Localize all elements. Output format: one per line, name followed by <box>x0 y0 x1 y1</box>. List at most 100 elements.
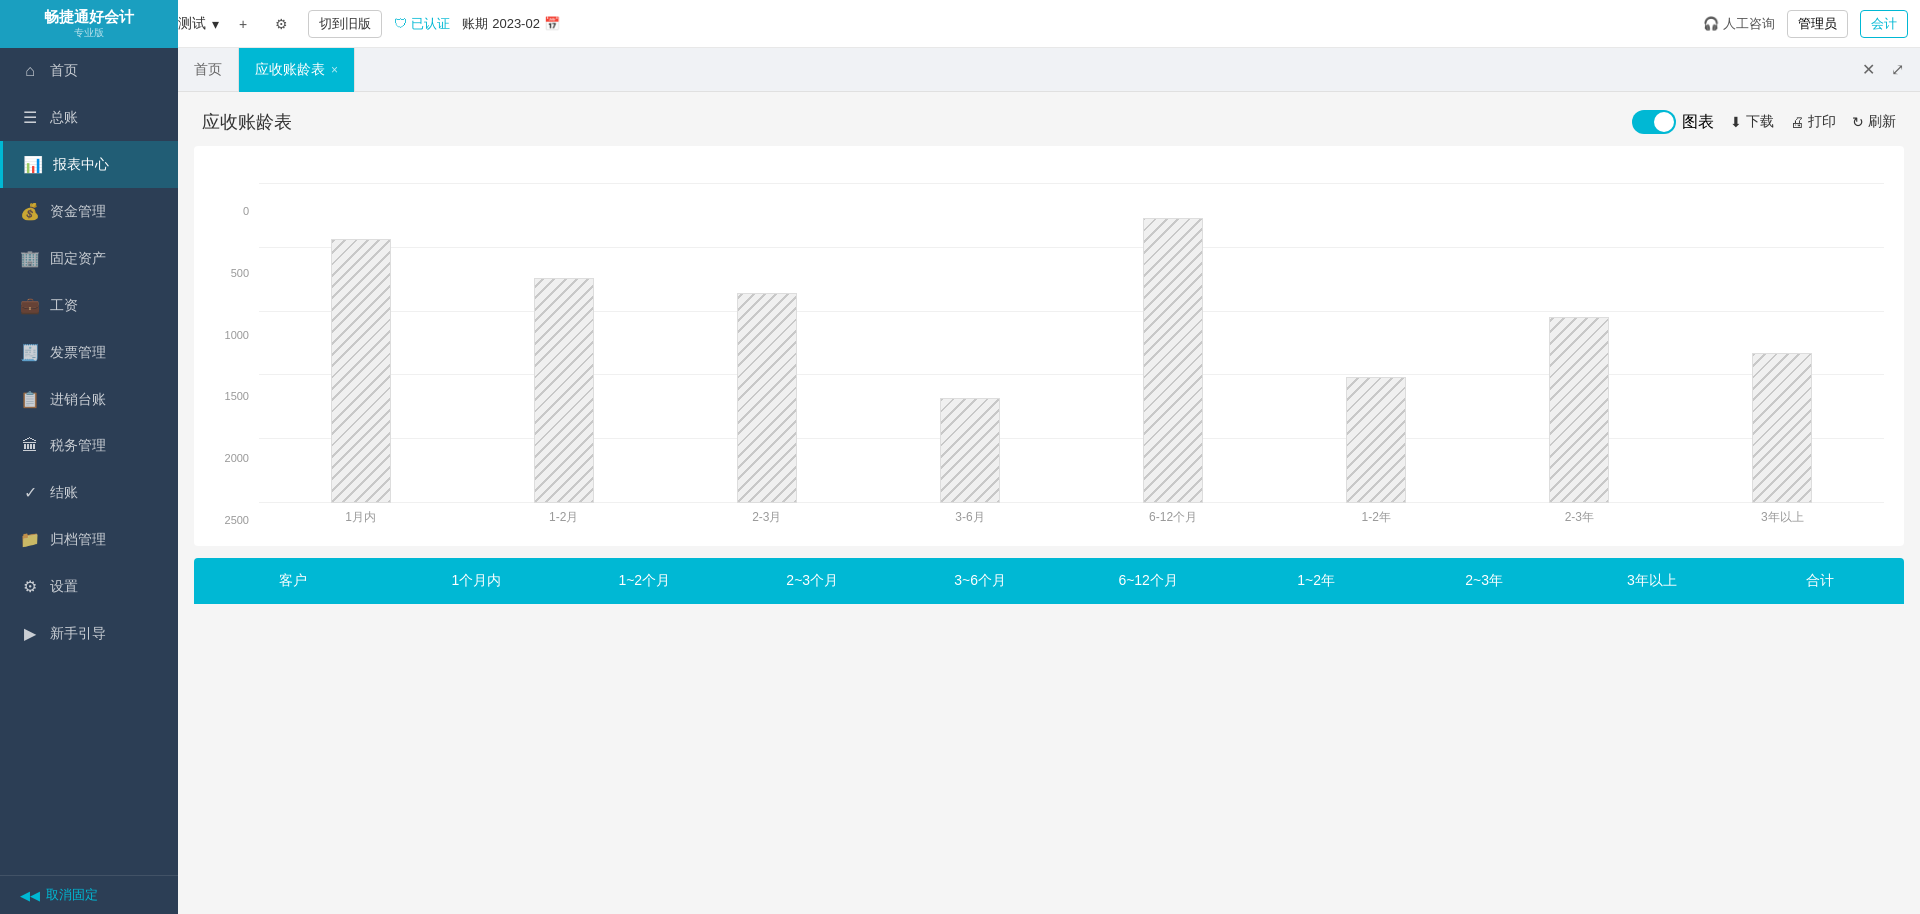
sidebar-item-label: 报表中心 <box>53 156 109 174</box>
cert-label: 已认证 <box>411 15 450 33</box>
tabbar-actions: ✕ ⤢ <box>1858 56 1920 83</box>
sidebar-item-settings[interactable]: ⚙ 设置 <box>0 563 178 610</box>
company-selector[interactable]: 测试 ▾ <box>178 15 219 33</box>
tab-ar-aging-tab[interactable]: 应收账龄表 × <box>239 48 355 92</box>
sidebar-item-label: 设置 <box>50 578 78 596</box>
table-header-cell: 1~2年 <box>1232 558 1400 604</box>
table-header: 客户1个月内1~2个月2~3个月3~6个月6~12个月1~2年2~3年3年以上合… <box>194 558 1904 604</box>
unpin-icon: ◀◀ <box>20 888 40 903</box>
calendar-icon[interactable]: 📅 <box>544 16 560 31</box>
sidebar-item-fixed-assets[interactable]: 🏢 固定资产 <box>0 235 178 282</box>
period-label: 账期 <box>462 15 488 33</box>
chart-bar-group <box>1681 183 1884 503</box>
tab-close-icon[interactable]: × <box>331 63 338 77</box>
sidebar-item-new-guide[interactable]: ▶ 新手引导 <box>0 610 178 657</box>
chevron-down-icon: ▾ <box>212 16 219 32</box>
chart-bar <box>1752 353 1812 503</box>
sidebar-item-purchase-sales[interactable]: 📋 进销台账 <box>0 376 178 423</box>
table-header-cell: 3年以上 <box>1568 558 1736 604</box>
period-value: 2023-02 <box>492 16 540 31</box>
table-header-cell: 3~6个月 <box>896 558 1064 604</box>
chart-y-axis: 25002000150010005000 <box>214 206 259 526</box>
tab-home-tab[interactable]: 首页 <box>178 48 239 92</box>
refresh-icon: ↻ <box>1852 114 1864 130</box>
sidebar-item-label: 首页 <box>50 62 78 80</box>
refresh-label: 刷新 <box>1868 113 1896 131</box>
chart-toggle[interactable] <box>1632 110 1676 134</box>
topbar: 畅捷通好会计 专业版 测试 ▾ + ⚙ 切到旧版 🛡 已认证 账期 2023-0… <box>0 0 1920 48</box>
chart-bar-group <box>1072 183 1275 503</box>
nav-icon: 📊 <box>23 155 43 174</box>
table-header-cell: 2~3个月 <box>728 558 896 604</box>
unpin-button[interactable]: ◀◀ 取消固定 <box>0 875 178 914</box>
chart-grid <box>259 183 1884 503</box>
close-window-button[interactable]: ✕ <box>1858 56 1879 83</box>
logo-area: 畅捷通好会计 专业版 <box>44 8 134 40</box>
download-label: 下载 <box>1746 113 1774 131</box>
tab-label: 首页 <box>194 61 222 79</box>
sidebar-item-invoice-mgmt[interactable]: 🧾 发票管理 <box>0 329 178 376</box>
table-header-cell: 1~2个月 <box>560 558 728 604</box>
chart-bar <box>940 398 1000 503</box>
chart-y-label: 1000 <box>214 330 249 341</box>
switch-version-button[interactable]: 切到旧版 <box>308 10 382 38</box>
sidebar-item-label: 归档管理 <box>50 531 106 549</box>
consult-label: 人工咨询 <box>1723 15 1775 33</box>
add-button[interactable]: + <box>231 12 255 36</box>
table-section: 客户1个月内1~2个月2~3个月3~6个月6~12个月1~2年2~3年3年以上合… <box>194 558 1904 604</box>
chart-x-label: 1-2月 <box>462 503 665 526</box>
sidebar-item-label: 税务管理 <box>50 437 106 455</box>
nav-icon: 📋 <box>20 390 40 409</box>
chart-bar-group <box>1275 183 1478 503</box>
sidebar-item-general-ledger[interactable]: ☰ 总账 <box>0 94 178 141</box>
sidebar-item-label: 发票管理 <box>50 344 106 362</box>
chart-y-label: 1500 <box>214 391 249 402</box>
role-button[interactable]: 会计 <box>1860 10 1908 38</box>
logo-sub: 专业版 <box>44 26 134 40</box>
sidebar-item-home[interactable]: ⌂ 首页 <box>0 48 178 94</box>
table-header-cell: 1个月内 <box>392 558 560 604</box>
refresh-button[interactable]: ↻ 刷新 <box>1852 113 1896 131</box>
sidebar-item-label: 结账 <box>50 484 78 502</box>
table-header-cell: 客户 <box>194 558 392 604</box>
chart-bar <box>1346 377 1406 503</box>
table-header-cell: 合计 <box>1736 558 1904 604</box>
logo-text: 畅捷通好会计 <box>44 8 134 26</box>
nav-icon: ☰ <box>20 108 40 127</box>
sidebar-item-label: 总账 <box>50 109 78 127</box>
sidebar-item-label: 固定资产 <box>50 250 106 268</box>
report-header: 应收账龄表 图表 ⬇ 下载 🖨 打印 ↻ <box>178 92 1920 146</box>
report-title: 应收账龄表 <box>202 110 292 134</box>
sidebar-item-fund-mgmt[interactable]: 💰 资金管理 <box>0 188 178 235</box>
chart-bar <box>1143 218 1203 503</box>
chart-toggle-label: 图表 <box>1682 112 1714 133</box>
nav-icon: 🧾 <box>20 343 40 362</box>
sidebar-item-tax-mgmt[interactable]: 🏛 税务管理 <box>0 423 178 469</box>
download-button[interactable]: ⬇ 下载 <box>1730 113 1774 131</box>
consult-button[interactable]: 🎧 人工咨询 <box>1703 15 1775 33</box>
chart-toggle-group: 图表 <box>1632 110 1714 134</box>
headset-icon: 🎧 <box>1703 16 1719 31</box>
topbar-right: 🎧 人工咨询 管理员 会计 <box>1703 10 1908 38</box>
chart-x-label: 1-2年 <box>1275 503 1478 526</box>
chart-y-label: 2000 <box>214 453 249 464</box>
chart-bar <box>1549 317 1609 503</box>
settings-button[interactable]: ⚙ <box>267 12 296 36</box>
chart-y-label: 500 <box>214 268 249 279</box>
print-button[interactable]: 🖨 打印 <box>1790 113 1836 131</box>
user-button[interactable]: 管理员 <box>1787 10 1848 38</box>
nav-icon: 📁 <box>20 530 40 549</box>
page-content: 应收账龄表 图表 ⬇ 下载 🖨 打印 ↻ <box>178 92 1920 914</box>
chart-area: 25002000150010005000 1月内1-2月2-3月3-6月6-12… <box>214 166 1884 526</box>
nav-icon: 💰 <box>20 202 40 221</box>
sidebar-item-salary[interactable]: 💼 工资 <box>0 282 178 329</box>
expand-window-button[interactable]: ⤢ <box>1887 56 1908 83</box>
sidebar-scroll: ⌂ 首页 ☰ 总账 📊 报表中心 💰 资金管理 🏢 固定资产 💼 工资 🧾 发票… <box>0 48 178 875</box>
sidebar-item-closing[interactable]: ✓ 结账 <box>0 469 178 516</box>
sidebar-item-report-center[interactable]: 📊 报表中心 <box>0 141 178 188</box>
tab-label: 应收账龄表 <box>255 61 325 79</box>
download-icon: ⬇ <box>1730 114 1742 130</box>
chart-bar-group <box>868 183 1071 503</box>
chart-x-label: 2-3月 <box>665 503 868 526</box>
sidebar-item-archive-mgmt[interactable]: 📁 归档管理 <box>0 516 178 563</box>
